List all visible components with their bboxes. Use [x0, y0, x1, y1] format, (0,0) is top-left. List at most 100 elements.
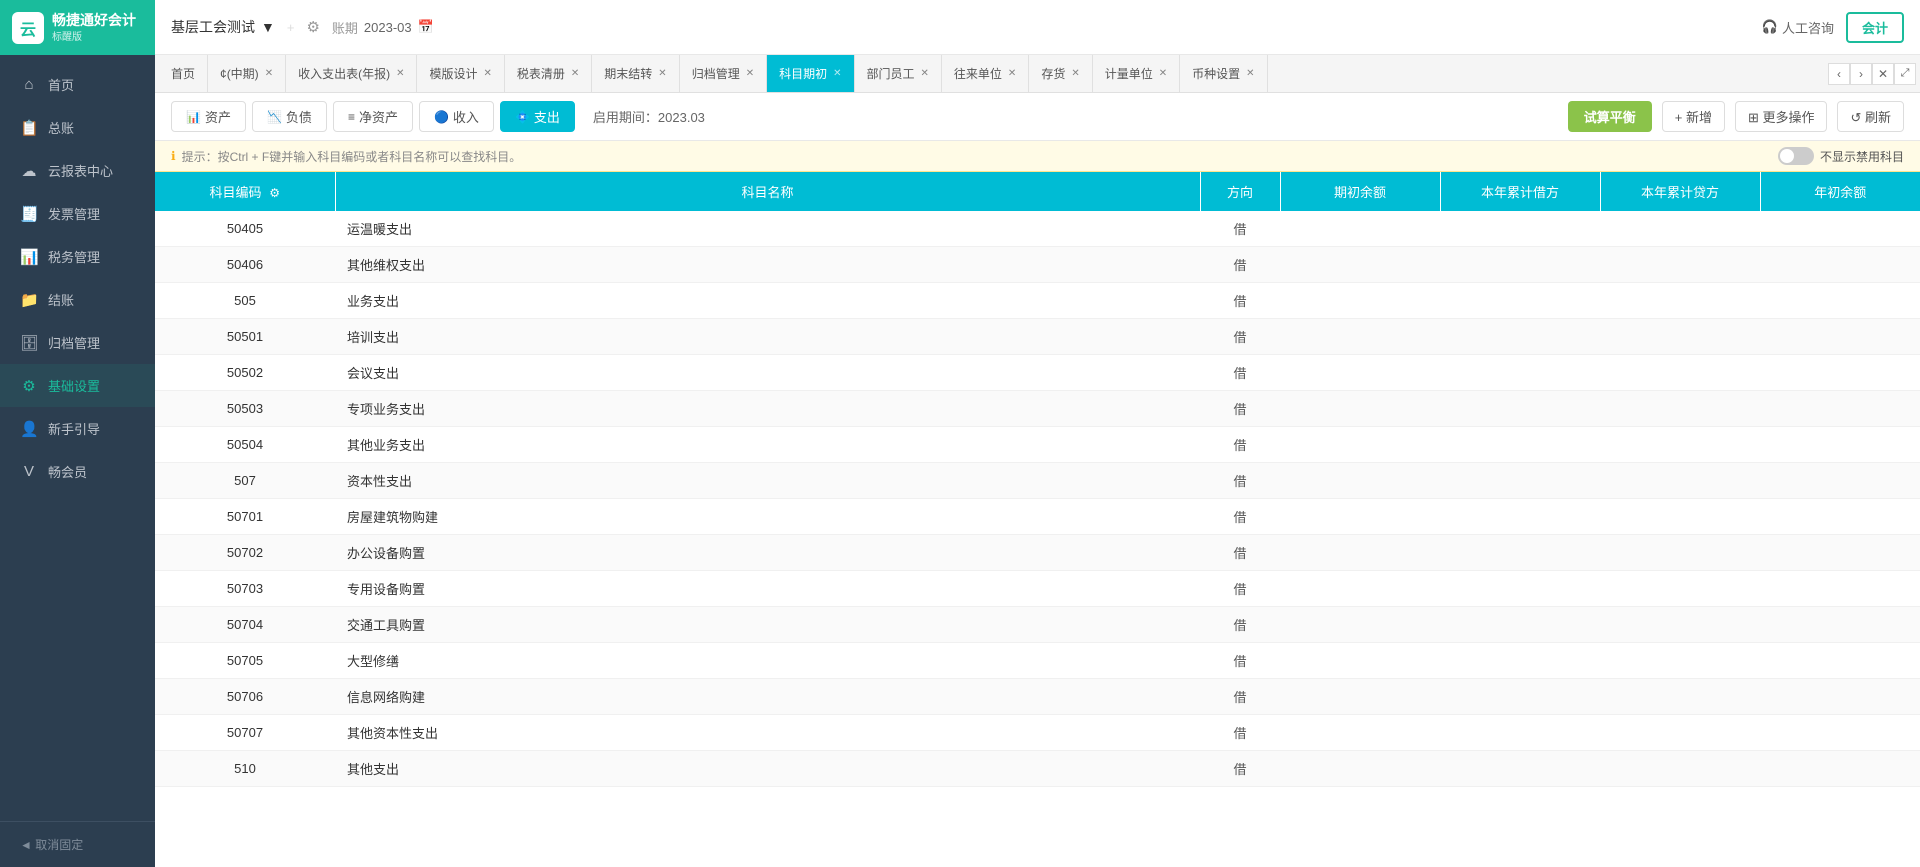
- tab-往来单位[interactable]: 往来单位 ✕: [942, 55, 1029, 93]
- gear-icon[interactable]: ⚙: [269, 186, 280, 200]
- add-btn[interactable]: + 新增: [1662, 101, 1725, 132]
- hint-text: 提示：按Ctrl + F键并输入科目编码或者科目名称可以查找科目。: [182, 148, 522, 165]
- cell-debit: [1440, 427, 1600, 463]
- main-area: 基层工会测试 ▼ + ⚙ 账期 2023-03 📅 🎧 人工咨询 会计 首页¢(…: [155, 0, 1920, 867]
- table-row[interactable]: 507 资本性支出 借: [155, 463, 1920, 499]
- sidebar-item-首页[interactable]: ⌂首页: [0, 63, 155, 106]
- cell-credit: [1600, 463, 1760, 499]
- filter-tab-资产[interactable]: 📊资产: [171, 101, 246, 132]
- refresh-btn[interactable]: ↺ 刷新: [1837, 101, 1904, 132]
- sidebar-item-畅会员[interactable]: V畅会员: [0, 450, 155, 493]
- filter-tab-支出[interactable]: 💠支出: [500, 101, 575, 132]
- filter-tab-收入[interactable]: 🔵收入: [419, 101, 494, 132]
- tab-close-icon[interactable]: ✕: [921, 68, 929, 79]
- toggle-block: 不显示禁用科目: [1778, 147, 1904, 165]
- tab-税表清册[interactable]: 税表清册 ✕: [505, 55, 592, 93]
- table-row[interactable]: 50504 其他业务支出 借: [155, 427, 1920, 463]
- cell-balance: [1280, 607, 1440, 643]
- balance-btn[interactable]: 试算平衡: [1568, 101, 1652, 132]
- tab-首页[interactable]: 首页: [159, 55, 208, 93]
- cell-credit: [1600, 391, 1760, 427]
- cell-dir: 借: [1200, 571, 1280, 607]
- table-row[interactable]: 50705 大型修缮 借: [155, 643, 1920, 679]
- tab-close-icon[interactable]: ✕: [1159, 68, 1167, 79]
- filter-tab-负债[interactable]: 📉负债: [252, 101, 327, 132]
- sidebar: 云 畅捷通好会计 标醒版 ⌂首页📋总账☁云报表中心🧾发票管理📊税务管理📁结账🗄归…: [0, 0, 155, 867]
- tab-close-icon[interactable]: ✕: [1246, 68, 1254, 79]
- more-btn[interactable]: ⊞ 更多操作: [1735, 101, 1828, 132]
- cell-name: 培训支出: [335, 319, 1200, 355]
- table-row[interactable]: 50503 专项业务支出 借: [155, 391, 1920, 427]
- tab-close-icon[interactable]: ✕: [833, 68, 841, 79]
- sidebar-item-发票管理[interactable]: 🧾发票管理: [0, 192, 155, 235]
- table-row[interactable]: 50702 办公设备购置 借: [155, 535, 1920, 571]
- tab-close-icon[interactable]: ✕: [265, 68, 273, 79]
- cell-name: 办公设备购置: [335, 535, 1200, 571]
- tab-币种设置[interactable]: 币种设置 ✕: [1180, 55, 1267, 93]
- table-row[interactable]: 50701 房屋建筑物购建 借: [155, 499, 1920, 535]
- account-btn[interactable]: 会计: [1846, 12, 1904, 43]
- cell-year-bal: [1760, 751, 1920, 787]
- tab-label: 归档管理: [692, 65, 740, 82]
- tab-close-all[interactable]: ✕: [1872, 63, 1894, 85]
- cell-credit: [1600, 571, 1760, 607]
- cell-code: 505: [155, 283, 335, 319]
- cell-balance: [1280, 355, 1440, 391]
- table-row[interactable]: 50703 专用设备购置 借: [155, 571, 1920, 607]
- calendar-icon[interactable]: 📅: [418, 19, 434, 35]
- tab-归档管理[interactable]: 归档管理 ✕: [680, 55, 767, 93]
- topbar-right: 🎧 人工咨询 会计: [1762, 12, 1904, 43]
- content-area: 📊资产📉负债≡净资产🔵收入💠支出启用期间：2023.03 试算平衡 + 新增 ⊞…: [155, 93, 1920, 867]
- table-row[interactable]: 50706 信息网络购建 借: [155, 679, 1920, 715]
- sidebar-collapse-btn[interactable]: ◄ 取消固定: [0, 821, 155, 867]
- tab-收入支出表(年报)[interactable]: 收入支出表(年报) ✕: [286, 55, 417, 93]
- cell-code: 50705: [155, 643, 335, 679]
- sidebar-item-新手引导[interactable]: 👤新手引导: [0, 407, 155, 450]
- table-row[interactable]: 50704 交通工具购置 借: [155, 607, 1920, 643]
- org-selector[interactable]: 基层工会测试 ▼: [171, 17, 275, 37]
- tab-scroll-right[interactable]: ›: [1850, 63, 1872, 85]
- tab-close-icon[interactable]: ✕: [571, 68, 579, 79]
- cell-name: 大型修缮: [335, 643, 1200, 679]
- filter-tab-净资产[interactable]: ≡净资产: [333, 101, 413, 132]
- table-row[interactable]: 510 其他支出 借: [155, 751, 1920, 787]
- tab-¢(中期)[interactable]: ¢(中期) ✕: [208, 55, 286, 93]
- col-header-name: 科目名称: [335, 172, 1200, 211]
- sidebar-item-基础设置[interactable]: ⚙基础设置: [0, 364, 155, 407]
- cell-year-bal: [1760, 571, 1920, 607]
- tab-模版设计[interactable]: 模版设计 ✕: [417, 55, 504, 93]
- table-row[interactable]: 50406 其他维权支出 借: [155, 247, 1920, 283]
- tab-close-icon[interactable]: ✕: [746, 68, 754, 79]
- table-row[interactable]: 505 业务支出 借: [155, 283, 1920, 319]
- settings-icon[interactable]: ⚙: [306, 18, 319, 36]
- tab-expand[interactable]: ⤢: [1894, 63, 1916, 85]
- cell-name: 业务支出: [335, 283, 1200, 319]
- tab-计量单位[interactable]: 计量单位 ✕: [1093, 55, 1180, 93]
- tab-scroll-left[interactable]: ‹: [1828, 63, 1850, 85]
- table-row[interactable]: 50405 运温暖支出 借: [155, 211, 1920, 247]
- tab-close-icon[interactable]: ✕: [396, 68, 404, 79]
- disable-toggle[interactable]: [1778, 147, 1814, 165]
- table-row[interactable]: 50502 会议支出 借: [155, 355, 1920, 391]
- cell-name: 专项业务支出: [335, 391, 1200, 427]
- cell-balance: [1280, 319, 1440, 355]
- sidebar-item-归档管理[interactable]: 🗄归档管理: [0, 321, 155, 364]
- tab-科目期初[interactable]: 科目期初 ✕: [767, 55, 854, 93]
- tab-存货[interactable]: 存货 ✕: [1029, 55, 1092, 93]
- table-row[interactable]: 50501 培训支出 借: [155, 319, 1920, 355]
- tab-close-icon[interactable]: ✕: [1071, 68, 1079, 79]
- help-btn[interactable]: 🎧 人工咨询: [1762, 18, 1834, 37]
- sidebar-item-结账[interactable]: 📁结账: [0, 278, 155, 321]
- tab-期末结转[interactable]: 期末结转 ✕: [592, 55, 679, 93]
- tab-close-icon[interactable]: ✕: [1008, 68, 1016, 79]
- tab-close-icon[interactable]: ✕: [658, 68, 666, 79]
- cell-dir: 借: [1200, 499, 1280, 535]
- table-row[interactable]: 50707 其他资本性支出 借: [155, 715, 1920, 751]
- cell-debit: [1440, 751, 1600, 787]
- sidebar-item-总账[interactable]: 📋总账: [0, 106, 155, 149]
- cell-debit: [1440, 319, 1600, 355]
- sidebar-item-税务管理[interactable]: 📊税务管理: [0, 235, 155, 278]
- tab-部门员工[interactable]: 部门员工 ✕: [855, 55, 942, 93]
- sidebar-item-云报表中心[interactable]: ☁云报表中心: [0, 149, 155, 192]
- tab-close-icon[interactable]: ✕: [483, 68, 491, 79]
